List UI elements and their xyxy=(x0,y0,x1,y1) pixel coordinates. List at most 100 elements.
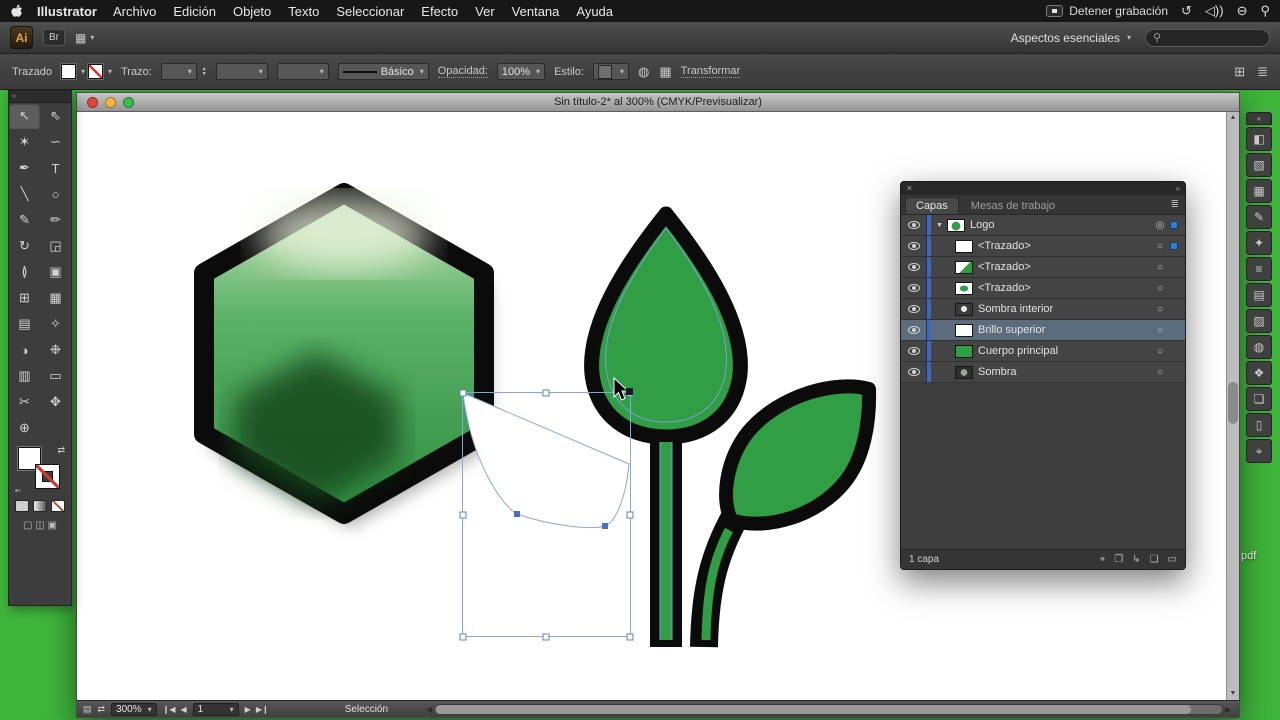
symbol-sprayer-tool[interactable]: ❉ xyxy=(40,337,71,363)
layer-row[interactable]: ▼ Logo ◎ xyxy=(901,215,1185,236)
gradient-tool[interactable]: ▤ xyxy=(9,311,40,337)
zoom-tool[interactable]: ⊕ xyxy=(9,415,40,441)
selection-color-badge[interactable] xyxy=(1170,221,1178,229)
align-panel-icon[interactable]: ⊞ xyxy=(1234,64,1245,80)
color-guide-panel-icon[interactable]: ▧ xyxy=(1246,153,1272,177)
vertical-scroll-thumb[interactable] xyxy=(1228,382,1238,425)
workspace-switcher[interactable]: Aspectos esenciales ▾ xyxy=(1011,31,1131,45)
layer-label[interactable]: Sombra xyxy=(978,366,1017,378)
new-sublayer-icon[interactable]: ↳ xyxy=(1132,554,1140,565)
horizontal-scroll-thumb[interactable] xyxy=(436,704,1192,714)
direct-selection-tool[interactable]: ⇖ xyxy=(40,103,71,129)
minimize-button[interactable] xyxy=(105,97,116,108)
illustrator-app-icon[interactable]: Ai xyxy=(10,26,33,49)
symbol-grid-icon[interactable]: ▦ xyxy=(659,64,671,80)
artboards-panel-icon[interactable]: ▯ xyxy=(1246,413,1272,437)
scroll-up-icon[interactable]: ▲ xyxy=(1230,112,1237,123)
layer-label[interactable]: <Trazado> xyxy=(978,261,1031,273)
search-box[interactable]: ⚲ xyxy=(1145,28,1270,47)
layers-panel-icon[interactable]: ❏ xyxy=(1246,387,1272,411)
type-tool[interactable]: T xyxy=(40,155,71,181)
spotlight-icon[interactable]: ⚲ xyxy=(1260,3,1270,19)
perspective-grid-tool[interactable]: ⊞ xyxy=(9,285,40,311)
hand-tool[interactable]: ✥ xyxy=(40,389,71,415)
arrange-documents-button[interactable]: ▦ ▾ xyxy=(75,31,94,45)
visibility-toggle[interactable] xyxy=(901,362,927,382)
close-button[interactable] xyxy=(87,97,98,108)
opacity-label[interactable]: Opacidad: xyxy=(437,65,488,78)
layer-thumbnail[interactable] xyxy=(955,302,973,316)
graphic-styles-panel-icon[interactable]: ❖ xyxy=(1246,361,1272,385)
fill-dropdown-arrow[interactable]: ▾ xyxy=(79,67,85,76)
artboard-tool[interactable]: ▭ xyxy=(40,363,71,389)
layer-row[interactable]: <Trazado> ○ xyxy=(901,257,1185,278)
visibility-toggle[interactable] xyxy=(901,215,927,235)
transform-link[interactable]: Transformar xyxy=(680,65,741,78)
fill-color-swatch[interactable] xyxy=(60,64,76,79)
status-doc-icon[interactable]: ▤ xyxy=(83,704,92,715)
vertical-scrollbar[interactable]: ▲ ▼ xyxy=(1226,112,1239,700)
color-panel-icon[interactable]: ◧ xyxy=(1246,127,1272,151)
do-not-disturb-icon[interactable]: ⊖ xyxy=(1237,3,1248,19)
prev-artboard-button[interactable]: ◀ xyxy=(181,705,187,714)
rotate-tool[interactable]: ↻ xyxy=(9,233,40,259)
layer-row[interactable]: <Trazado> ○ xyxy=(901,278,1185,299)
panel-menu-icon[interactable]: ≣ xyxy=(1171,199,1179,210)
delete-layer-icon[interactable]: ▭ xyxy=(1168,554,1177,565)
selection-tool[interactable]: ↖ xyxy=(9,103,40,129)
horizontal-scroll-track[interactable] xyxy=(434,703,1223,715)
document-title-bar[interactable]: Sin título-2* al 300% (CMYK/Previsualiza… xyxy=(77,93,1239,112)
stroke-weight-label[interactable]: Trazo: xyxy=(121,66,152,78)
pen-tool[interactable]: ✒ xyxy=(9,155,40,181)
dock-expand-button[interactable]: « xyxy=(1246,112,1272,125)
screen-mode-icons[interactable]: ▢ ◫ ▣ xyxy=(23,520,57,531)
transparency-panel-icon[interactable]: ▨ xyxy=(1246,309,1272,333)
layer-thumbnail[interactable] xyxy=(955,344,973,358)
target-indicator[interactable]: ○ xyxy=(1150,262,1170,273)
layer-thumbnail[interactable] xyxy=(947,218,965,232)
desktop-file-label[interactable]: pdf xyxy=(1241,550,1256,562)
last-artboard-button[interactable]: ▶❙ xyxy=(256,705,269,714)
new-layer-icon[interactable]: ❏ xyxy=(1150,554,1159,565)
menu-ventana[interactable]: Ventana xyxy=(512,4,560,19)
layer-label[interactable]: <Trazado> xyxy=(978,240,1031,252)
layer-label[interactable]: <Trazado> xyxy=(978,282,1031,294)
scroll-right-icon[interactable]: ▶ xyxy=(1223,705,1233,714)
stop-recording-button[interactable]: Detener grabación xyxy=(1046,4,1168,18)
magic-wand-tool[interactable]: ✶ xyxy=(9,129,40,155)
layer-row[interactable]: <Trazado> ○ xyxy=(901,236,1185,257)
stroke-panel-icon[interactable]: ≡ xyxy=(1246,257,1272,281)
opacity-field[interactable]: 100% ▾ xyxy=(496,63,546,80)
stroke-dropdown-arrow[interactable]: ▾ xyxy=(106,67,112,76)
volume-icon[interactable]: ◁)) xyxy=(1205,3,1224,19)
width-tool[interactable]: ≬ xyxy=(9,259,40,285)
make-mask-icon[interactable]: ❐ xyxy=(1114,554,1123,565)
slice-tool[interactable]: ✂ xyxy=(9,389,40,415)
sprout-main-leaf[interactable] xyxy=(584,206,748,445)
layer-thumbnail[interactable] xyxy=(955,260,973,274)
default-fill-stroke-icon[interactable]: ▪▫ xyxy=(15,486,21,495)
layers-panel-close-button[interactable]: ✕ xyxy=(906,184,913,193)
pencil-tool[interactable]: ✏ xyxy=(40,207,71,233)
gradient-panel-icon[interactable]: ▤ xyxy=(1246,283,1272,307)
active-app-name[interactable]: Illustrator xyxy=(37,4,97,19)
visibility-toggle[interactable] xyxy=(901,236,927,256)
target-indicator[interactable]: ○ xyxy=(1150,283,1170,294)
layer-thumbnail[interactable] xyxy=(955,239,973,253)
target-indicator[interactable]: ○ xyxy=(1150,346,1170,357)
menu-seleccionar[interactable]: Seleccionar xyxy=(336,4,404,19)
sprout-small-leaf[interactable] xyxy=(719,379,877,531)
layer-label[interactable]: Sombra interior xyxy=(978,303,1053,315)
layer-row[interactable]: Brillo superior ○ xyxy=(901,320,1185,341)
line-segment-tool[interactable]: ╲ xyxy=(9,181,40,207)
layer-label[interactable]: Cuerpo principal xyxy=(978,345,1058,357)
brush-definition-dropdown[interactable]: ▾ xyxy=(215,63,268,80)
graphic-style-dropdown[interactable]: ▾ xyxy=(593,63,630,80)
history-icon[interactable]: ↺ xyxy=(1181,3,1192,19)
visibility-toggle[interactable] xyxy=(901,257,927,277)
bridge-button[interactable]: Br xyxy=(43,29,65,46)
search-input[interactable] xyxy=(1165,30,1262,45)
swap-fill-stroke-icon[interactable]: ⇄ xyxy=(57,445,65,456)
target-indicator[interactable]: ◎ xyxy=(1150,220,1170,231)
tab-capas[interactable]: Capas xyxy=(905,197,959,214)
